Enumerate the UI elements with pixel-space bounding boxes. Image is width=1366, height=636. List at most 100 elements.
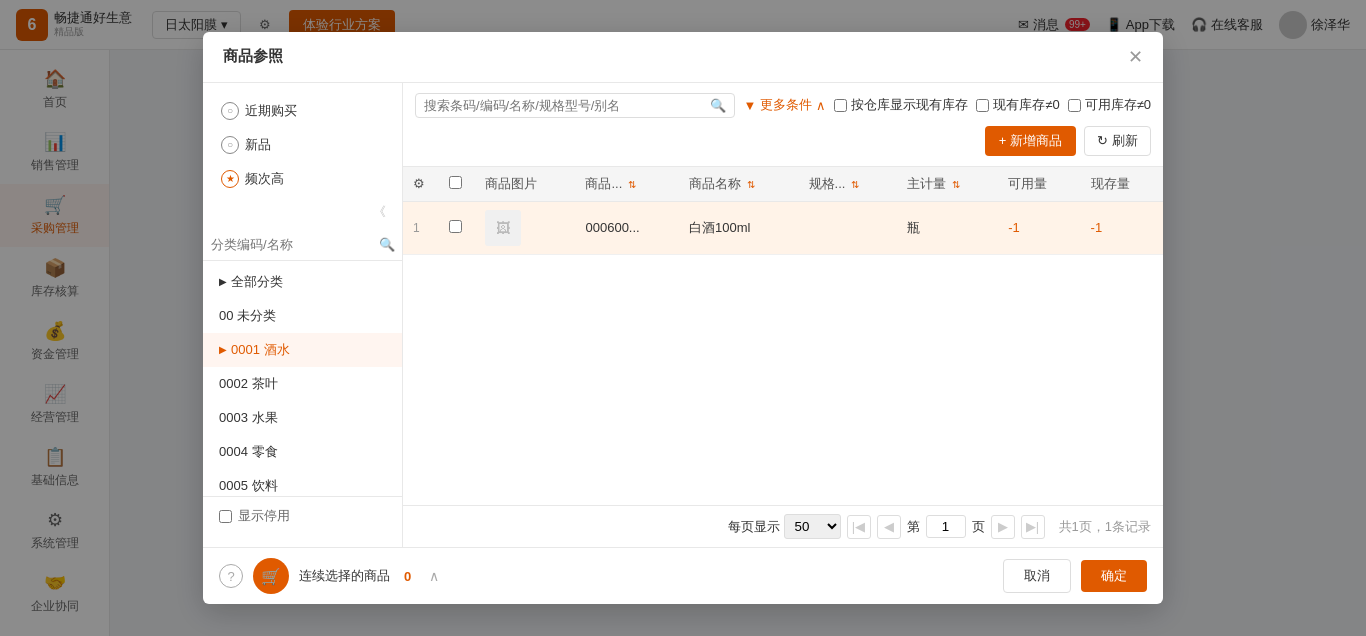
checkbox-warehouse-stock[interactable]: 按仓库显示现有库存 (834, 96, 968, 114)
checkbox-available-label: 可用库存≠0 (1085, 96, 1151, 114)
category-0004[interactable]: 0004 零食 (203, 435, 402, 469)
filter-icon: ▼ (743, 98, 756, 113)
image-icon: 🖼 (496, 220, 510, 236)
tab-freq-label: 频次高 (245, 170, 284, 188)
checkbox-available-nonzero[interactable]: 可用库存≠0 (1068, 96, 1151, 114)
checkbox-nonzero-input[interactable] (976, 99, 989, 112)
filter-button[interactable]: ▼ 更多条件 ∧ (743, 96, 826, 114)
continuous-label: 连续选择的商品 (299, 567, 390, 585)
recent-icon: ○ (221, 102, 239, 120)
product-search-box: 🔍 (415, 93, 735, 118)
tab-new-products[interactable]: ○ 新品 (211, 129, 394, 161)
per-page-dropdown[interactable]: 50 20 100 (784, 514, 841, 539)
category-0005-label: 0005 饮料 (219, 477, 278, 495)
th-code-label: 商品... (585, 176, 622, 191)
refresh-button[interactable]: ↻ 刷新 (1084, 126, 1151, 156)
th-name[interactable]: 商品名称 ⇅ (679, 167, 799, 202)
pagination: 每页显示 50 20 100 |◀ ◀ 第 页 (403, 505, 1163, 547)
table-header-row: ⚙ 商品图片 商品... ⇅ (403, 167, 1163, 202)
collapse-footer-icon[interactable]: ∧ (429, 568, 439, 584)
select-all-checkbox[interactable] (449, 176, 462, 189)
category-search-icon[interactable]: 🔍 (379, 237, 395, 252)
add-product-button[interactable]: + 新增商品 (985, 126, 1076, 156)
category-0002-label: 0002 茶叶 (219, 375, 278, 393)
product-image: 🖼 (485, 210, 521, 246)
checkbox-nonzero-stock[interactable]: 现有库存≠0 (976, 96, 1059, 114)
modal-footer: ? 🛒 连续选择的商品 0 ∧ 取消 确定 (203, 547, 1163, 604)
tab-recent-purchase[interactable]: ○ 近期购买 (211, 95, 394, 127)
category-00[interactable]: 00 未分类 (203, 299, 402, 333)
help-button[interactable]: ? (219, 564, 243, 588)
last-page-button[interactable]: ▶| (1021, 515, 1045, 539)
cancel-button[interactable]: 取消 (1003, 559, 1071, 593)
row-img: 🖼 (475, 201, 575, 254)
modal-close-button[interactable]: ✕ (1128, 46, 1143, 68)
tab-recent-label: 近期购买 (245, 102, 297, 120)
product-table-area: ⚙ 商品图片 商品... ⇅ (403, 167, 1163, 505)
per-page-select: 每页显示 50 20 100 (728, 514, 841, 539)
tab-new-label: 新品 (245, 136, 271, 154)
row-num: 1 (403, 201, 439, 254)
left-tabs: ○ 近期购买 ○ 新品 ★ 频次高 (203, 95, 402, 195)
chevron-up-icon: ∧ (816, 98, 826, 113)
category-0004-label: 0004 零食 (219, 443, 278, 461)
sort-name-icon: ⇅ (747, 179, 755, 190)
checkbox-available-input[interactable] (1068, 99, 1081, 112)
confirm-button[interactable]: 确定 (1081, 560, 1147, 592)
th-unit[interactable]: 主计量 ⇅ (897, 167, 998, 202)
show-disabled-checkbox[interactable] (219, 510, 232, 523)
filter-label: 更多条件 (760, 96, 812, 114)
modal-overlay: 商品参照 ✕ ○ 近期购买 ○ 新品 (0, 0, 1366, 636)
row-spec (799, 201, 897, 254)
th-spec-label: 规格... (809, 176, 846, 191)
th-spec[interactable]: 规格... ⇅ (799, 167, 897, 202)
product-table: ⚙ 商品图片 商品... ⇅ (403, 167, 1163, 255)
row-available: -1 (998, 201, 1080, 254)
right-panel: 🔍 ▼ 更多条件 ∧ 按仓库显示现有库存 (403, 83, 1163, 547)
product-search-input[interactable] (424, 98, 706, 113)
modal-dialog: 商品参照 ✕ ○ 近期购买 ○ 新品 (203, 32, 1163, 604)
checkbox-warehouse-input[interactable] (834, 99, 847, 112)
page-input[interactable] (926, 515, 966, 538)
left-panel: ○ 近期购买 ○ 新品 ★ 频次高 (203, 83, 403, 547)
row-checkbox[interactable] (449, 220, 462, 233)
category-0005[interactable]: 0005 饮料 (203, 469, 402, 496)
tab-high-frequency[interactable]: ★ 频次高 (211, 163, 394, 195)
main-layout: 🏠 首页 📊 销售管理 🛒 采购管理 📦 库存核算 💰 资金管理 📈 经营管理 … (0, 50, 1366, 636)
modal-header: 商品参照 ✕ (203, 32, 1163, 83)
th-code[interactable]: 商品... ⇅ (575, 167, 679, 202)
row-checkbox-cell (439, 201, 475, 254)
modal-title: 商品参照 (223, 47, 283, 66)
product-search-icon[interactable]: 🔍 (710, 98, 726, 113)
row-stock: -1 (1081, 201, 1163, 254)
category-0003[interactable]: 0003 水果 (203, 401, 402, 435)
category-search-row: 🔍 (203, 229, 402, 261)
content-area: 商品参照 ✕ ○ 近期购买 ○ 新品 (110, 50, 1366, 636)
category-all[interactable]: ▶ 全部分类 (203, 265, 402, 299)
category-0003-label: 0003 水果 (219, 409, 278, 427)
star-icon: ★ (221, 170, 239, 188)
cart-count: 0 (404, 569, 411, 584)
refresh-icon: ↻ (1097, 133, 1108, 148)
table-row[interactable]: 1 🖼 (403, 201, 1163, 254)
category-search-input[interactable] (211, 237, 379, 252)
category-0001[interactable]: ▶ 0001 酒水 (203, 333, 402, 367)
th-available: 可用量 (998, 167, 1080, 202)
sort-spec-icon: ⇅ (851, 179, 859, 190)
cart-button[interactable]: 🛒 (253, 558, 289, 594)
collapse-button[interactable]: 《 (365, 199, 394, 225)
category-list: ▶ 全部分类 00 未分类 ▶ 0001 酒水 0002 茶 (203, 265, 402, 496)
th-unit-label: 主计量 (907, 176, 946, 191)
arrow-right-icon: ▶ (219, 276, 227, 287)
th-img: 商品图片 (475, 167, 575, 202)
th-settings[interactable]: ⚙ (403, 167, 439, 202)
show-disabled-row: 显示停用 (203, 496, 402, 535)
first-page-button[interactable]: |◀ (847, 515, 871, 539)
next-page-button[interactable]: ▶ (991, 515, 1015, 539)
prev-page-button[interactable]: ◀ (877, 515, 901, 539)
arrow-active-icon: ▶ (219, 344, 227, 355)
sort-unit-icon: ⇅ (952, 179, 960, 190)
category-0002[interactable]: 0002 茶叶 (203, 367, 402, 401)
category-00-label: 00 未分类 (219, 307, 276, 325)
row-unit: 瓶 (897, 201, 998, 254)
